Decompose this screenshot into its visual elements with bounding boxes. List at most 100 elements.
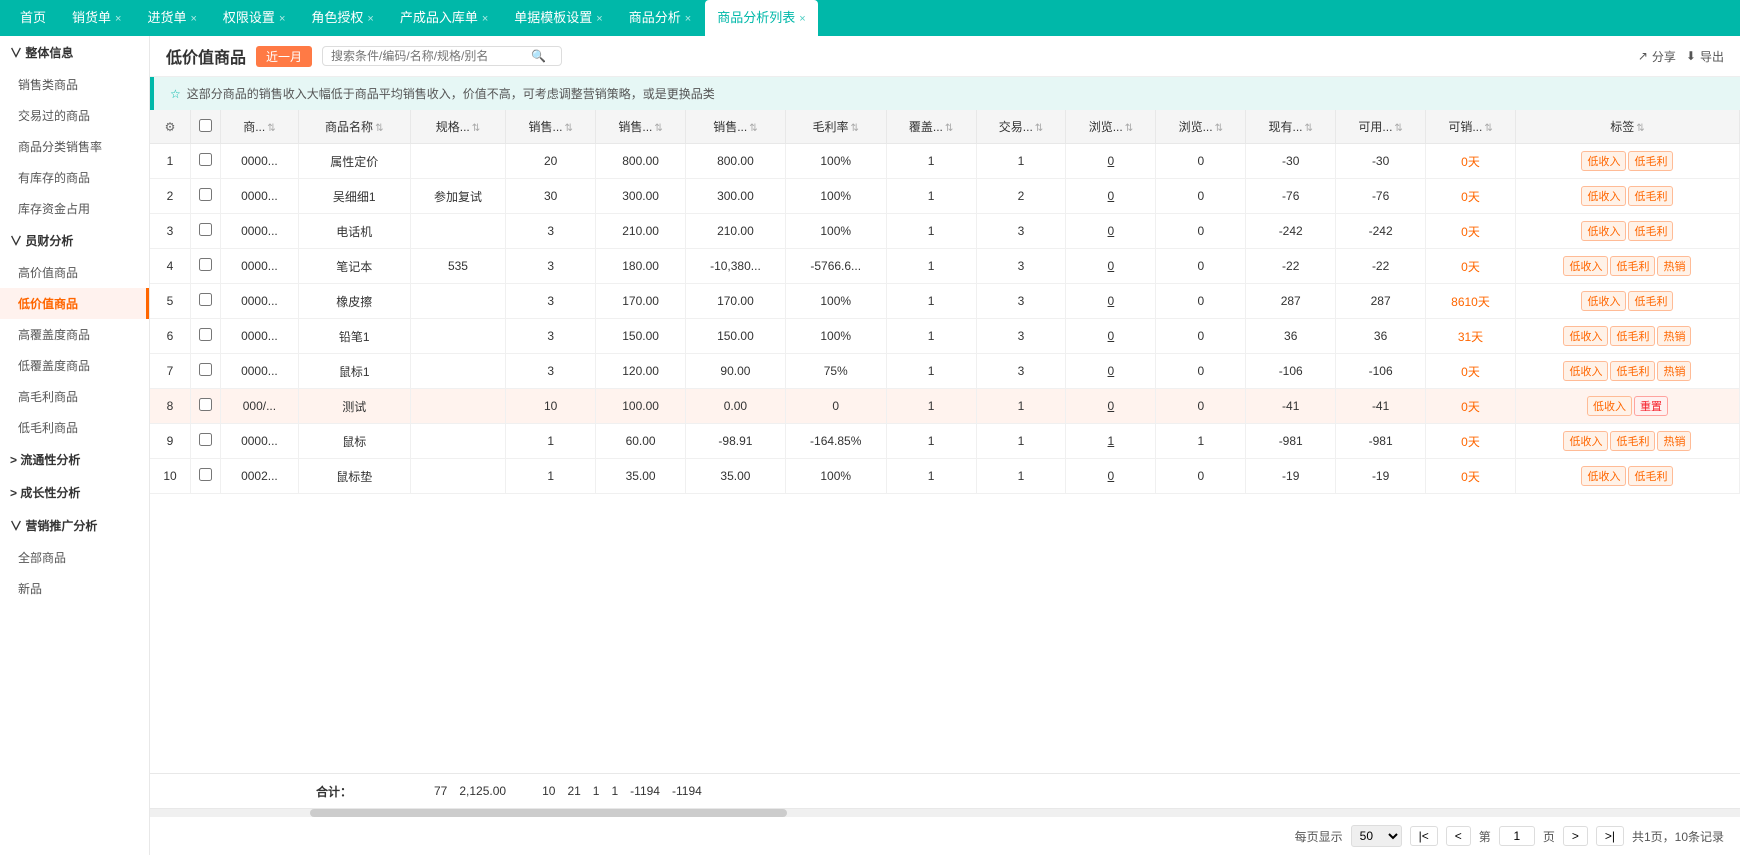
th-stock3[interactable]: 可销...⇅ <box>1426 110 1516 144</box>
row-checkbox[interactable] <box>199 223 212 236</box>
sidebar-item-高价值商品[interactable]: 高价值商品 <box>0 257 149 288</box>
th-cover[interactable]: 覆盖...⇅ <box>886 110 976 144</box>
row-checkbox[interactable] <box>199 328 212 341</box>
nav-item-权限设置[interactable]: 权限设置× <box>211 0 297 36</box>
sidebar-item-商品分类销售率[interactable]: 商品分类销售率 <box>0 131 149 162</box>
nav-item-角色授权[interactable]: 角色授权× <box>299 0 385 36</box>
th-stock1[interactable]: 现有...⇅ <box>1246 110 1336 144</box>
select-all-checkbox[interactable] <box>199 119 212 132</box>
th-sale2[interactable]: 销售...⇅ <box>686 110 786 144</box>
row-checkbox[interactable] <box>199 433 212 446</box>
total-cell-10: 21 <box>561 780 586 802</box>
close-icon[interactable]: × <box>279 13 285 25</box>
row-checkbox[interactable] <box>199 293 212 306</box>
th-trade[interactable]: 交易...⇅ <box>976 110 1066 144</box>
th-spec[interactable]: 规格...⇅ <box>410 110 506 144</box>
nav-item-商品分析[interactable]: 商品分析× <box>617 0 703 36</box>
th-tags[interactable]: 标签⇅ <box>1515 110 1739 144</box>
sidebar-item-低毛利商品[interactable]: 低毛利商品 <box>0 412 149 443</box>
total-row: 合计： 772,125.00102111-1194-1194 <box>150 774 1740 809</box>
sidebar-item-库存资金占用[interactable]: 库存资金占用 <box>0 193 149 224</box>
settings-icon[interactable]: ⚙ <box>165 120 176 134</box>
sidebar-item-全部商品[interactable]: 全部商品 <box>0 542 149 573</box>
sidebar-item-有库存的商品[interactable]: 有库存的商品 <box>0 162 149 193</box>
close-icon[interactable]: × <box>190 13 196 25</box>
row-index: 7 <box>150 354 191 389</box>
browse1-link[interactable]: 0 <box>1108 259 1115 273</box>
th-gross[interactable]: 毛利率⇅ <box>785 110 886 144</box>
nav-item-进货单[interactable]: 进货单× <box>135 0 208 36</box>
th-settings[interactable]: ⚙ <box>150 110 191 144</box>
browse1-link[interactable]: 0 <box>1108 189 1115 203</box>
table-header-row: ⚙ 商...⇅ 商品名称⇅ 规格...⇅ 销售...⇅ 销售...⇅ 销售...… <box>150 110 1740 144</box>
export-button[interactable]: ⬇ 导出 <box>1686 48 1724 65</box>
browse1-link[interactable]: 0 <box>1108 399 1115 413</box>
sidebar-group-title[interactable]: > 成长性分析 <box>0 476 149 509</box>
th-stock2[interactable]: 可用...⇅ <box>1336 110 1426 144</box>
search-input[interactable] <box>331 49 531 63</box>
next-page-button[interactable]: > <box>1563 826 1588 846</box>
prev-page-button[interactable]: < <box>1446 826 1471 846</box>
th-browse2[interactable]: 浏览...⇅ <box>1156 110 1246 144</box>
sidebar-item-高覆盖度商品[interactable]: 高覆盖度商品 <box>0 319 149 350</box>
sidebar-item-销售类商品[interactable]: 销售类商品 <box>0 69 149 100</box>
top-nav: 首页销货单×进货单×权限设置×角色授权×产成品入库单×单据模板设置×商品分析×商… <box>0 0 1740 36</box>
nav-item-产成品入库单[interactable]: 产成品入库单× <box>388 0 500 36</box>
first-page-button[interactable]: |< <box>1410 826 1438 846</box>
last-page-button[interactable]: >| <box>1596 826 1624 846</box>
sidebar-item-低价值商品[interactable]: 低价值商品 <box>0 288 149 319</box>
share-button[interactable]: ↗ 分享 <box>1638 48 1676 65</box>
browse1-link[interactable]: 0 <box>1108 329 1115 343</box>
filter-button[interactable]: 近一月 <box>256 46 312 67</box>
row-sale2: 0.00 <box>686 389 786 424</box>
page-number-input[interactable] <box>1499 826 1535 846</box>
row-checkbox[interactable] <box>199 468 212 481</box>
row-checkbox[interactable] <box>199 363 212 376</box>
browse1-link[interactable]: 0 <box>1108 154 1115 168</box>
nav-item-销货单[interactable]: 销货单× <box>60 0 133 36</box>
sidebar-group-title[interactable]: ∨ 整体信息 <box>0 36 149 69</box>
sidebar-item-高毛利商品[interactable]: 高毛利商品 <box>0 381 149 412</box>
row-checkbox[interactable] <box>199 153 212 166</box>
close-icon[interactable]: × <box>482 13 488 25</box>
nav-item-首页[interactable]: 首页 <box>8 0 58 36</box>
browse1-link[interactable]: 0 <box>1108 364 1115 378</box>
th-checkbox[interactable] <box>191 110 221 144</box>
sidebar-item-交易过的商品[interactable]: 交易过的商品 <box>0 100 149 131</box>
browse1-link[interactable]: 0 <box>1108 224 1115 238</box>
sidebar-group-title[interactable]: > 流通性分析 <box>0 443 149 476</box>
close-icon[interactable]: × <box>115 13 121 25</box>
sidebar-item-低覆盖度商品[interactable]: 低覆盖度商品 <box>0 350 149 381</box>
th-name[interactable]: 商品名称⇅ <box>298 110 410 144</box>
sidebar-group-title[interactable]: ∨ 营销推广分析 <box>0 509 149 542</box>
browse1-link[interactable]: 0 <box>1108 294 1115 308</box>
row-checkbox[interactable] <box>199 258 212 271</box>
close-icon[interactable]: × <box>799 13 805 25</box>
total-cell-16 <box>720 780 732 802</box>
row-checkbox[interactable] <box>199 398 212 411</box>
search-icon[interactable]: 🔍 <box>531 49 546 63</box>
th-browse1[interactable]: 浏览...⇅ <box>1066 110 1156 144</box>
row-stock1: -981 <box>1246 424 1336 459</box>
close-icon[interactable]: × <box>685 13 691 25</box>
th-qty[interactable]: 销售...⇅ <box>506 110 596 144</box>
row-sale1: 170.00 <box>596 284 686 319</box>
th-code[interactable]: 商...⇅ <box>221 110 299 144</box>
sidebar-item-新品[interactable]: 新品 <box>0 573 149 604</box>
share-icon: ↗ <box>1638 49 1648 63</box>
row-code: 0002... <box>221 459 299 494</box>
tag-热销: 热销 <box>1657 361 1691 381</box>
sidebar-group-title[interactable]: ∨ 员财分析 <box>0 224 149 257</box>
th-sale1[interactable]: 销售...⇅ <box>596 110 686 144</box>
browse1-link[interactable]: 1 <box>1108 434 1115 448</box>
row-browse1: 0 <box>1066 249 1156 284</box>
row-browse1: 1 <box>1066 424 1156 459</box>
close-icon[interactable]: × <box>596 13 602 25</box>
page-size-select[interactable]: 50 100 <box>1351 825 1402 847</box>
row-trade: 1 <box>976 459 1066 494</box>
nav-item-商品分析列表[interactable]: 商品分析列表× <box>705 0 817 36</box>
nav-item-单据模板设置[interactable]: 单据模板设置× <box>502 0 614 36</box>
close-icon[interactable]: × <box>367 13 373 25</box>
browse1-link[interactable]: 0 <box>1108 469 1115 483</box>
row-checkbox[interactable] <box>199 188 212 201</box>
